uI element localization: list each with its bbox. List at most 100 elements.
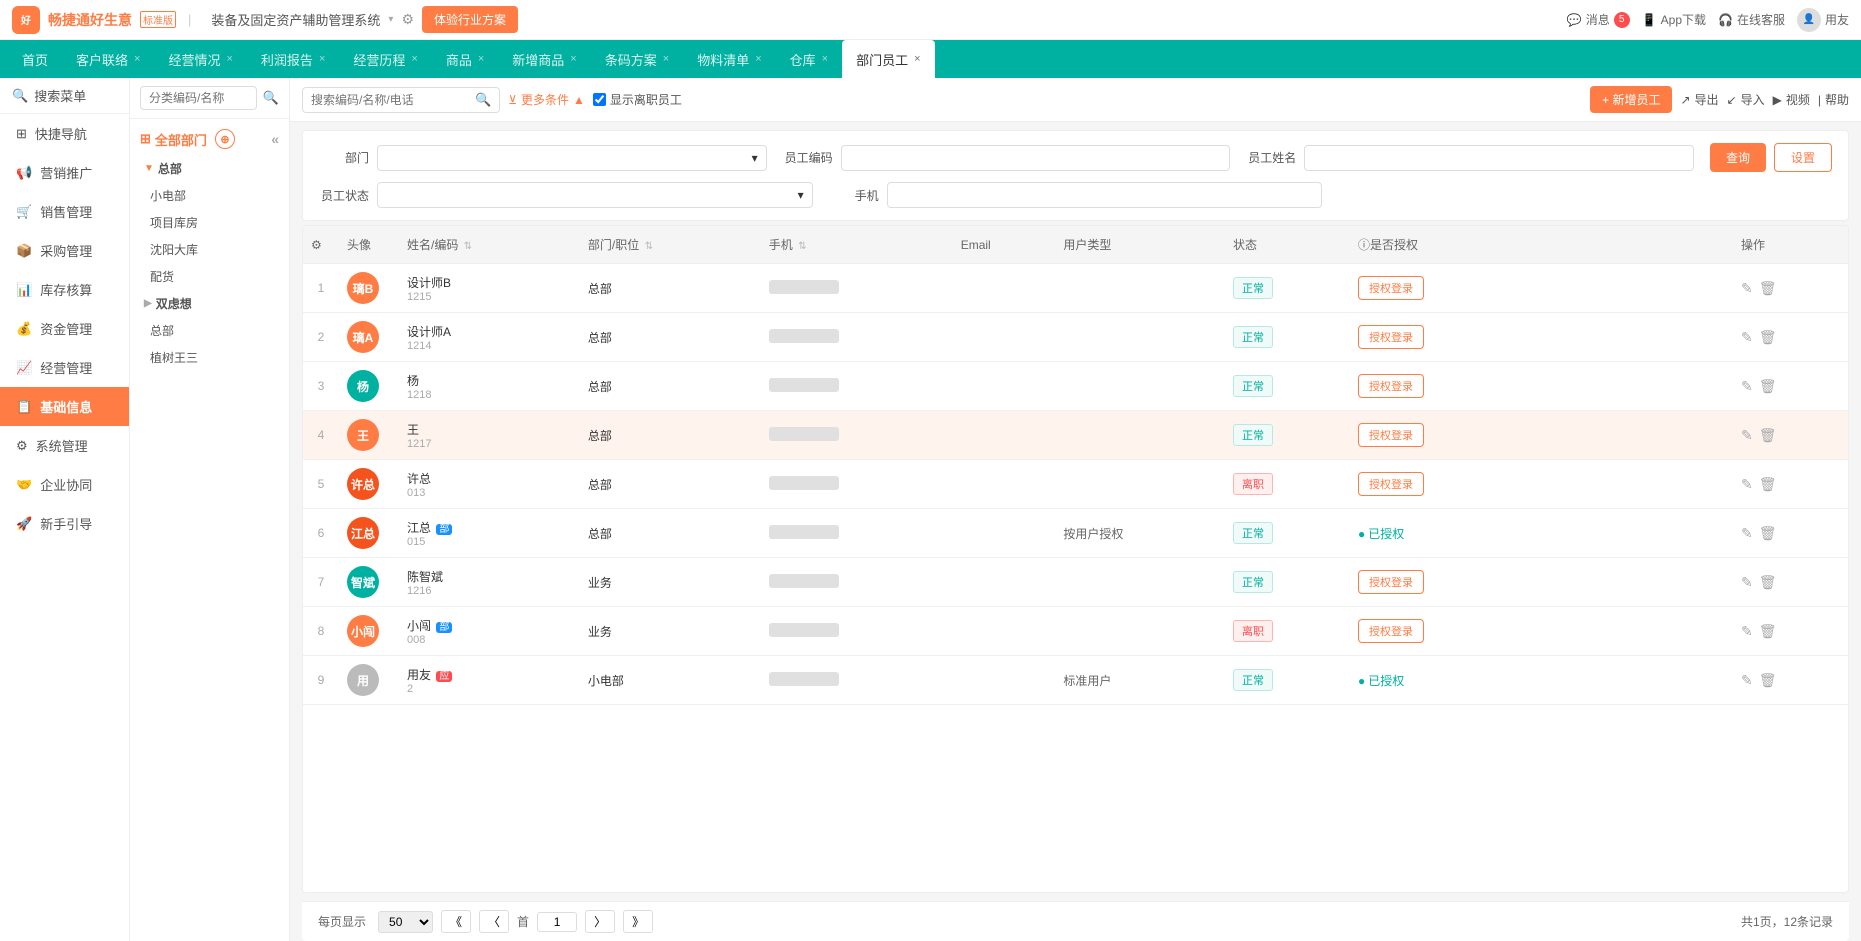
video-button[interactable]: ▶ 视频 xyxy=(1773,91,1810,108)
dept-sort-icon[interactable]: ⇅ xyxy=(645,241,653,252)
dept-item-shenyang[interactable]: 沈阳大库 xyxy=(130,236,289,263)
dept-search-input[interactable] xyxy=(140,86,257,110)
sidebar-item-sales[interactable]: 🛒 销售管理 xyxy=(0,192,129,231)
auth-button[interactable]: 授权登录 xyxy=(1358,325,1424,349)
page-size-select[interactable]: 50 100 xyxy=(378,911,433,933)
close-icon[interactable]: × xyxy=(134,53,140,65)
sidebar-item-system[interactable]: ⚙ 系统管理 xyxy=(0,426,129,465)
app-download-action[interactable]: 📱 App下载 xyxy=(1642,11,1706,28)
dept-group-headquarters[interactable]: ▼ 总部 xyxy=(130,155,289,182)
phone-sort-icon[interactable]: ⇅ xyxy=(798,241,806,252)
search-input[interactable] xyxy=(311,93,471,107)
delete-icon[interactable]: 🗑 xyxy=(1759,427,1777,444)
dept-search-icon[interactable]: 🔍 xyxy=(263,90,279,106)
import-button[interactable]: ↙ 导入 xyxy=(1727,91,1765,108)
nav-tab-history[interactable]: 经营历程 × xyxy=(339,40,431,78)
dept-item-headquarters2[interactable]: 总部 xyxy=(130,317,289,344)
first-page-button[interactable]: 《 xyxy=(441,910,471,933)
sidebar-item-collab[interactable]: 🤝 企业协同 xyxy=(0,465,129,504)
edit-icon[interactable]: ✎ xyxy=(1741,525,1753,542)
edit-icon[interactable]: ✎ xyxy=(1741,280,1753,297)
filter-name-input[interactable] xyxy=(1304,145,1694,171)
auth-button[interactable]: 授权登录 xyxy=(1358,374,1424,398)
query-button[interactable]: 查询 xyxy=(1710,143,1766,172)
more-filter-btn[interactable]: ⊻ 更多条件 ▲ xyxy=(508,91,585,108)
reset-button[interactable]: 设置 xyxy=(1774,143,1832,172)
delete-icon[interactable]: 🗑 xyxy=(1759,574,1777,591)
sidebar-item-purchase[interactable]: 📦 采购管理 xyxy=(0,231,129,270)
nav-tab-department[interactable]: 部门员工 × xyxy=(842,40,934,78)
filter-phone-input[interactable] xyxy=(887,182,1323,208)
delete-icon[interactable]: 🗑 xyxy=(1759,280,1777,297)
sidebar-item-shortcut[interactable]: ⊞ 快捷导航 xyxy=(0,114,129,153)
sidebar-item-management[interactable]: 📈 经营管理 xyxy=(0,348,129,387)
dept-settings-icon[interactable]: ⊕ xyxy=(215,129,235,149)
close-icon[interactable]: × xyxy=(319,53,325,65)
auth-button[interactable]: 授权登录 xyxy=(1358,619,1424,643)
edit-icon[interactable]: ✎ xyxy=(1741,623,1753,640)
nav-tab-warehouse[interactable]: 仓库 × xyxy=(776,40,842,78)
show-resigned-checkbox[interactable]: 显示离职员工 xyxy=(593,91,682,108)
dept-group-double[interactable]: ▶ 双虑想 xyxy=(130,290,289,317)
auth-button[interactable]: 授权登录 xyxy=(1358,276,1424,300)
next-page-button[interactable]: 〉 xyxy=(585,910,615,933)
help-button[interactable]: | 帮助 xyxy=(1818,91,1849,108)
delete-icon[interactable]: 🗑 xyxy=(1759,525,1777,542)
nav-tab-customer[interactable]: 客户联络 × xyxy=(62,40,154,78)
settings-col-icon[interactable]: ⚙ xyxy=(311,238,322,252)
delete-icon[interactable]: 🗑 xyxy=(1759,476,1777,493)
auth-button[interactable]: 授权登录 xyxy=(1358,570,1424,594)
auth-button[interactable]: 授权登录 xyxy=(1358,423,1424,447)
close-icon[interactable]: × xyxy=(663,53,669,65)
close-icon[interactable]: × xyxy=(570,53,576,65)
edit-icon[interactable]: ✎ xyxy=(1741,476,1753,493)
system-title-dropdown-icon[interactable]: ▾ xyxy=(388,14,393,25)
dept-item-plant-king[interactable]: 植树王三 xyxy=(130,344,289,371)
settings-icon[interactable]: ⚙ xyxy=(401,11,414,28)
dept-item-project-store[interactable]: 项目库房 xyxy=(130,209,289,236)
edit-icon[interactable]: ✎ xyxy=(1741,427,1753,444)
search-menu[interactable]: 🔍 搜索菜单 xyxy=(0,78,129,114)
filter-dept-select[interactable]: ▾ xyxy=(377,145,767,171)
nav-tab-home[interactable]: 首页 xyxy=(8,40,62,78)
close-icon[interactable]: × xyxy=(822,53,828,65)
filter-code-input[interactable] xyxy=(841,145,1231,171)
edit-icon[interactable]: ✎ xyxy=(1741,329,1753,346)
dept-collapse-icon[interactable]: « xyxy=(271,131,279,147)
name-sort-icon[interactable]: ⇅ xyxy=(464,241,472,252)
dept-all-header[interactable]: ⊞ 全部部门 ⊕ « xyxy=(130,123,289,155)
delete-icon[interactable]: 🗑 xyxy=(1759,623,1777,640)
close-icon[interactable]: × xyxy=(914,53,920,65)
user-profile[interactable]: 👤 用友 xyxy=(1797,8,1849,32)
export-button[interactable]: ↗ 导出 xyxy=(1680,91,1718,108)
search-submit-icon[interactable]: 🔍 xyxy=(475,92,491,108)
sidebar-item-inventory[interactable]: 📊 库存核算 xyxy=(0,270,129,309)
edit-icon[interactable]: ✎ xyxy=(1741,378,1753,395)
auth-button[interactable]: 授权登录 xyxy=(1358,472,1424,496)
delete-icon[interactable]: 🗑 xyxy=(1759,378,1777,395)
nav-tab-barcode[interactable]: 条码方案 × xyxy=(591,40,683,78)
page-number-input[interactable] xyxy=(537,912,577,932)
delete-icon[interactable]: 🗑 xyxy=(1759,329,1777,346)
prev-page-button[interactable]: 〈 xyxy=(479,910,509,933)
delete-icon[interactable]: 🗑 xyxy=(1759,672,1777,689)
show-resigned-input[interactable] xyxy=(593,93,606,106)
nav-tab-add-goods[interactable]: 新增商品 × xyxy=(498,40,590,78)
sidebar-item-basic[interactable]: 📋 基础信息 xyxy=(0,387,129,426)
filter-status-select[interactable]: ▾ xyxy=(377,182,813,208)
close-icon[interactable]: × xyxy=(411,53,417,65)
sidebar-item-guide[interactable]: 🚀 新手引导 xyxy=(0,504,129,543)
nav-tab-operation[interactable]: 经营情况 × xyxy=(154,40,246,78)
sidebar-item-finance[interactable]: 💰 资金管理 xyxy=(0,309,129,348)
edit-icon[interactable]: ✎ xyxy=(1741,574,1753,591)
nav-tab-goods[interactable]: 商品 × xyxy=(432,40,498,78)
dept-item-small-elec[interactable]: 小电部 xyxy=(130,182,289,209)
close-icon[interactable]: × xyxy=(226,53,232,65)
close-icon[interactable]: × xyxy=(478,53,484,65)
add-employee-button[interactable]: + 新增员工 xyxy=(1590,86,1672,113)
last-page-button[interactable]: 》 xyxy=(623,910,653,933)
online-service-action[interactable]: 🎧 在线客服 xyxy=(1718,11,1785,28)
close-icon[interactable]: × xyxy=(755,53,761,65)
trial-button[interactable]: 体验行业方案 xyxy=(422,6,518,33)
edit-icon[interactable]: ✎ xyxy=(1741,672,1753,689)
